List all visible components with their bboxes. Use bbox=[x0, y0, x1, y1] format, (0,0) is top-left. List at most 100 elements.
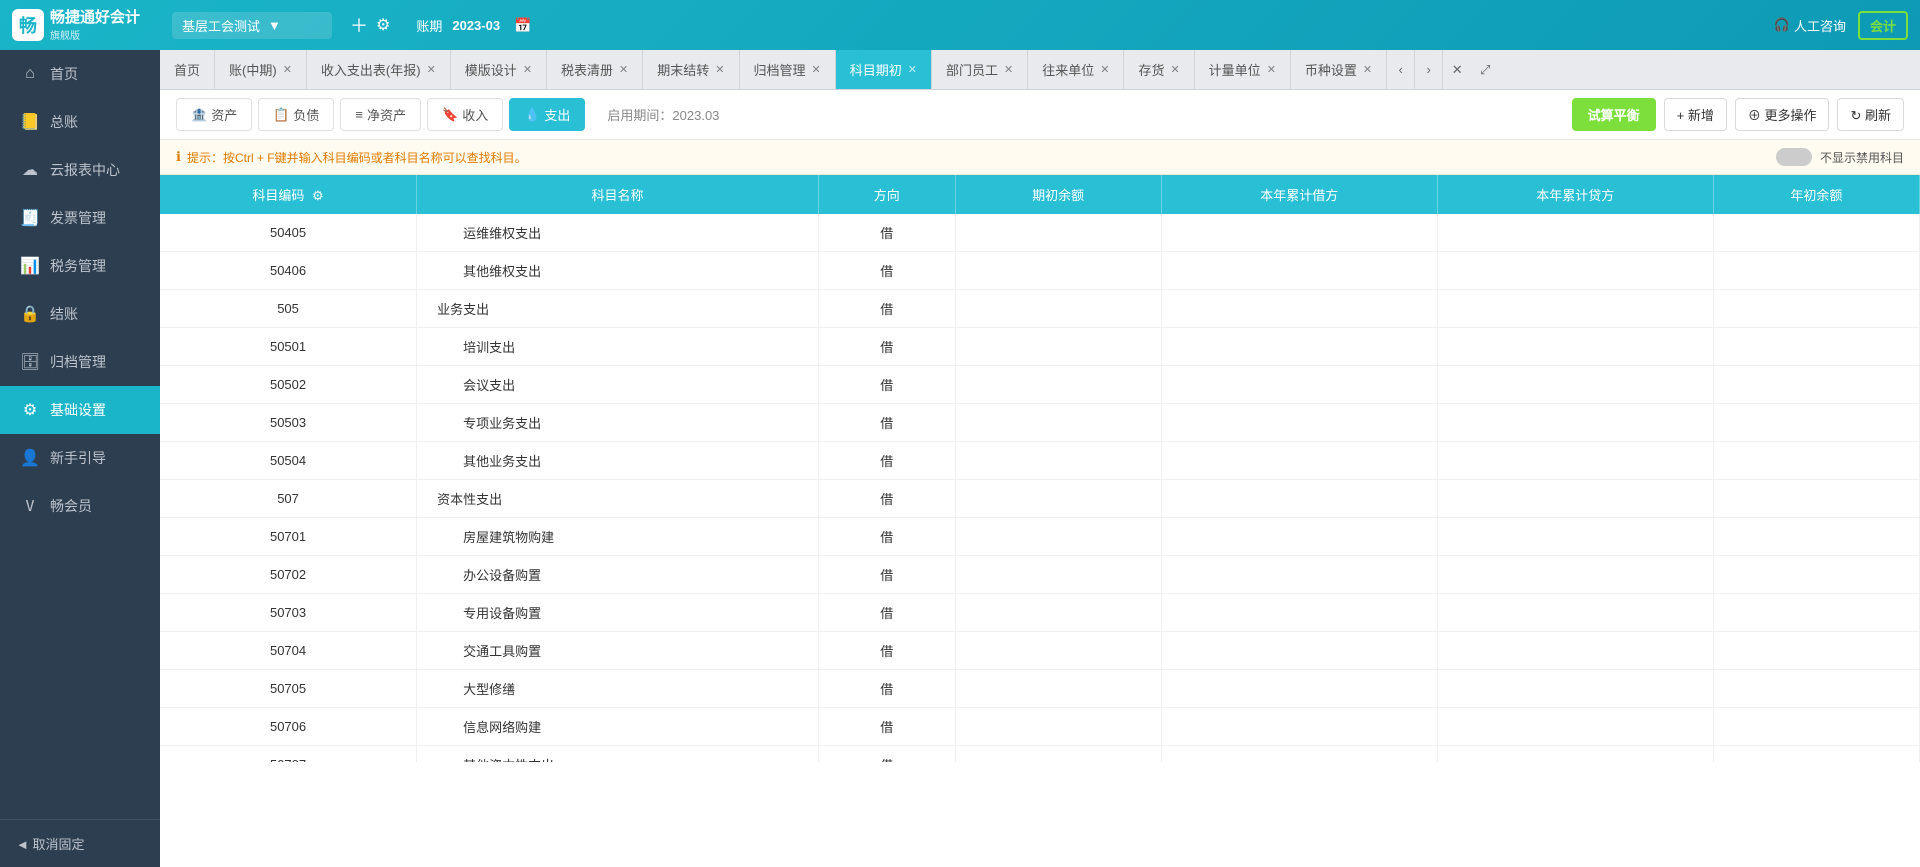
cell-ytd-credit bbox=[1437, 594, 1713, 632]
tab-unit[interactable]: 计量单位 ✕ bbox=[1195, 50, 1291, 90]
table-row[interactable]: 50705 大型修缮 借 bbox=[160, 670, 1920, 708]
cell-dir: 借 bbox=[818, 518, 955, 556]
cell-name: 资本性支出 bbox=[417, 480, 819, 518]
income-icon: 🔖 bbox=[442, 107, 458, 123]
table-row[interactable]: 50706 信息网络购建 借 bbox=[160, 708, 1920, 746]
table-row[interactable]: 50504 其他业务支出 借 bbox=[160, 442, 1920, 480]
sidebar-item-guide[interactable]: 👤 新手引导 bbox=[0, 434, 160, 482]
tab-transfer[interactable]: 期末结转 ✕ bbox=[643, 50, 739, 90]
logo-icon: 畅 bbox=[12, 9, 44, 41]
cell-dir: 借 bbox=[818, 328, 955, 366]
help-button[interactable]: 🎧 人工咨询 bbox=[1774, 16, 1846, 35]
sidebar-item-invoice[interactable]: 🧾 发票管理 bbox=[0, 194, 160, 242]
more-button[interactable]: ⊕ 更多操作 bbox=[1735, 98, 1830, 131]
sidebar-label: 新手引导 bbox=[50, 448, 106, 468]
sidebar-item-member[interactable]: V 畅会员 bbox=[0, 482, 160, 530]
table-row[interactable]: 50501 培训支出 借 bbox=[160, 328, 1920, 366]
tab-expand-btn[interactable]: ⤢ bbox=[1471, 50, 1499, 90]
project-selector[interactable]: 基层工会测试 ▼ bbox=[172, 12, 332, 39]
table-row[interactable]: 50405 运维维权支出 借 bbox=[160, 214, 1920, 252]
sidebar-item-tax[interactable]: 📊 税务管理 bbox=[0, 242, 160, 290]
cell-dir: 借 bbox=[818, 442, 955, 480]
table-row[interactable]: 50702 办公设备购置 借 bbox=[160, 556, 1920, 594]
sidebar-item-ledger[interactable]: 📒 总账 bbox=[0, 98, 160, 146]
cat-tab-asset[interactable]: 🏦 资产 bbox=[176, 98, 252, 131]
sidebar-collapse-btn[interactable]: ◄ 取消固定 bbox=[0, 819, 160, 867]
table-row[interactable]: 50701 房屋建筑物购建 借 bbox=[160, 518, 1920, 556]
tab-prev-btn[interactable]: ‹ bbox=[1387, 50, 1415, 90]
sidebar-item-archive[interactable]: 🗄 归档管理 bbox=[0, 338, 160, 386]
tab-next-btn[interactable]: › bbox=[1415, 50, 1443, 90]
close-icon[interactable]: ✕ bbox=[283, 63, 292, 76]
settings-icon[interactable]: ⚙ bbox=[376, 15, 390, 35]
sidebar-label: 畅会员 bbox=[50, 496, 92, 516]
tab-annual[interactable]: 收入支出表(年报) ✕ bbox=[307, 50, 451, 90]
tab-dept[interactable]: 部门员工 ✕ bbox=[932, 50, 1028, 90]
sidebar-label: 基础设置 bbox=[50, 400, 106, 420]
cell-year-opening bbox=[1713, 366, 1919, 404]
table-row[interactable]: 505 业务支出 借 bbox=[160, 290, 1920, 328]
close-icon[interactable]: ✕ bbox=[1100, 63, 1109, 76]
cell-ytd-credit bbox=[1437, 518, 1713, 556]
table-row[interactable]: 50406 其他维权支出 借 bbox=[160, 252, 1920, 290]
tab-currency[interactable]: 币种设置 ✕ bbox=[1291, 50, 1387, 90]
cell-code: 50502 bbox=[160, 366, 417, 404]
tab-subject-init[interactable]: 科目期初 ✕ bbox=[836, 50, 932, 90]
cell-dir: 借 bbox=[818, 214, 955, 252]
toggle-switch[interactable] bbox=[1776, 148, 1812, 166]
add-project-icon[interactable]: ＋ bbox=[350, 12, 368, 38]
cell-dir: 借 bbox=[818, 252, 955, 290]
expense-icon: 💧 bbox=[524, 107, 540, 123]
table-row[interactable]: 50704 交通工具购置 借 bbox=[160, 632, 1920, 670]
cell-ytd-credit bbox=[1437, 670, 1713, 708]
close-icon[interactable]: ✕ bbox=[427, 63, 436, 76]
sidebar-item-reports[interactable]: ☁ 云报表中心 bbox=[0, 146, 160, 194]
tab-close-all-btn[interactable]: ✕ bbox=[1443, 50, 1471, 90]
tab-tax[interactable]: 税表清册 ✕ bbox=[547, 50, 643, 90]
close-icon[interactable]: ✕ bbox=[908, 63, 917, 76]
cell-year-opening bbox=[1713, 556, 1919, 594]
tab-archive[interactable]: 归档管理 ✕ bbox=[740, 50, 836, 90]
tab-counterparty[interactable]: 往来单位 ✕ bbox=[1028, 50, 1124, 90]
table-row[interactable]: 50502 会议支出 借 bbox=[160, 366, 1920, 404]
add-button[interactable]: + 新增 bbox=[1664, 98, 1727, 131]
close-icon[interactable]: ✕ bbox=[715, 63, 724, 76]
col-name: 科目名称 bbox=[417, 175, 819, 214]
tab-template[interactable]: 模版设计 ✕ bbox=[451, 50, 547, 90]
cell-name: 其他资本性支出 bbox=[417, 746, 819, 763]
close-icon[interactable]: ✕ bbox=[619, 63, 628, 76]
hint-icon: ℹ bbox=[176, 149, 181, 165]
sidebar-item-close[interactable]: 🔒 结账 bbox=[0, 290, 160, 338]
sidebar-item-home[interactable]: ⌂ 首页 bbox=[0, 50, 160, 98]
cell-ytd-debit bbox=[1161, 708, 1437, 746]
cell-ytd-debit bbox=[1161, 594, 1437, 632]
cat-tab-income[interactable]: 🔖 收入 bbox=[427, 98, 503, 131]
calendar-icon[interactable]: 📅 bbox=[514, 17, 531, 34]
close-icon[interactable]: ✕ bbox=[1363, 63, 1372, 76]
tab-midterm[interactable]: 账(中期) ✕ bbox=[215, 50, 307, 90]
close-icon[interactable]: ✕ bbox=[812, 63, 821, 76]
user-badge[interactable]: 会计 bbox=[1858, 11, 1908, 40]
close-icon[interactable]: ✕ bbox=[1004, 63, 1013, 76]
table-row[interactable]: 50503 专项业务支出 借 bbox=[160, 404, 1920, 442]
tab-bar: 首页 账(中期) ✕ 收入支出表(年报) ✕ 模版设计 ✕ 税表清册 ✕ 期末结… bbox=[160, 50, 1920, 90]
sidebar-item-settings[interactable]: ⚙ 基础设置 bbox=[0, 386, 160, 434]
cell-dir: 借 bbox=[818, 480, 955, 518]
cat-tab-liability[interactable]: 📋 负债 bbox=[258, 98, 334, 131]
close-icon[interactable]: ✕ bbox=[523, 63, 532, 76]
col-settings-icon[interactable]: ⚙ bbox=[312, 188, 324, 203]
cat-tab-expense[interactable]: 💧 支出 bbox=[509, 98, 585, 131]
cell-ytd-credit bbox=[1437, 214, 1713, 252]
table-container[interactable]: 科目编码 ⚙ 科目名称 方向 期初余额 本年累计借方 本年累计贷方 年初余额 5… bbox=[160, 175, 1920, 762]
table-row[interactable]: 507 资本性支出 借 bbox=[160, 480, 1920, 518]
refresh-button[interactable]: ↻ 刷新 bbox=[1837, 98, 1904, 131]
tab-home[interactable]: 首页 bbox=[160, 50, 215, 90]
cat-tab-netasset[interactable]: ≡ 净资产 bbox=[340, 98, 421, 131]
calc-balance-button[interactable]: 试算平衡 bbox=[1572, 98, 1656, 131]
table-row[interactable]: 50707 其他资本性支出 借 bbox=[160, 746, 1920, 763]
close-icon[interactable]: ✕ bbox=[1267, 63, 1276, 76]
cell-ytd-debit bbox=[1161, 632, 1437, 670]
tab-inventory[interactable]: 存货 ✕ bbox=[1124, 50, 1194, 90]
close-icon[interactable]: ✕ bbox=[1170, 63, 1179, 76]
table-row[interactable]: 50703 专用设备购置 借 bbox=[160, 594, 1920, 632]
